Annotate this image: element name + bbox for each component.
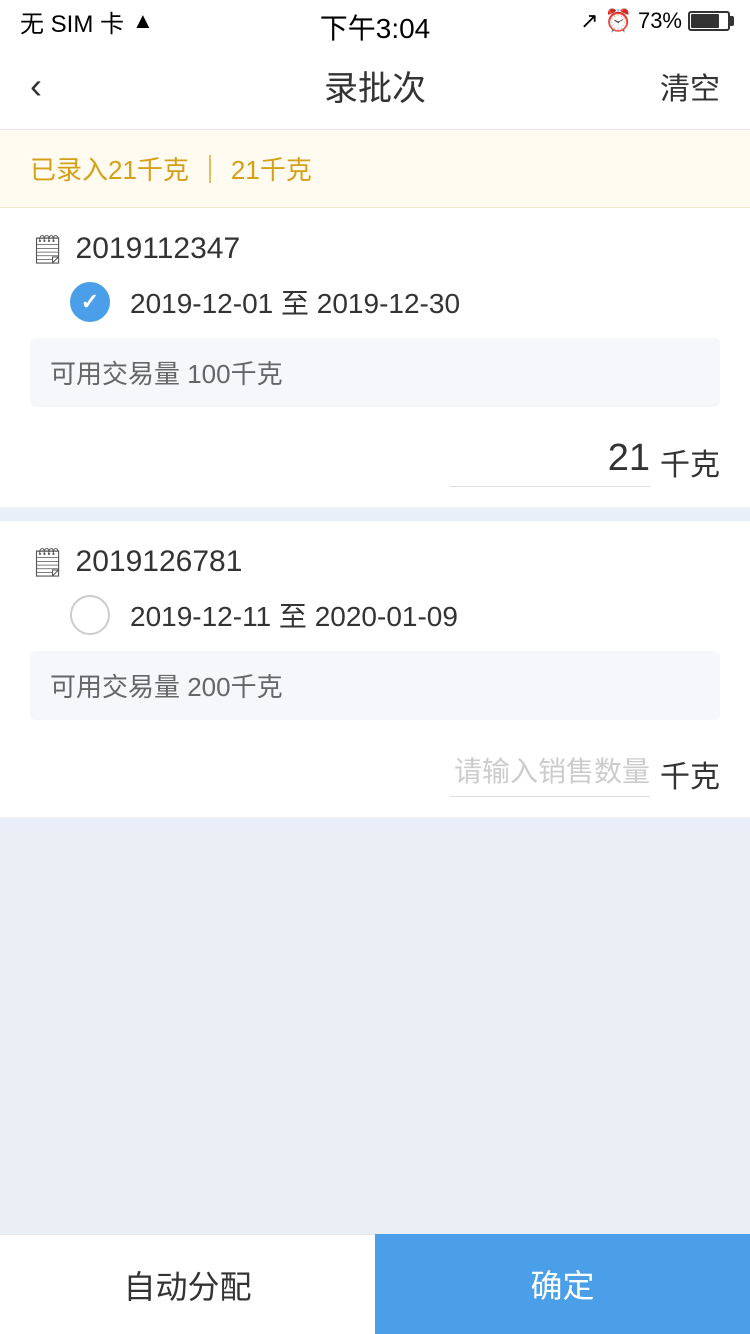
batch1-id: 2019112347	[76, 232, 241, 266]
batch2-qty-placeholder[interactable]: 请输入销售数量	[454, 750, 650, 790]
status-bar: 无 SIM 卡 ▲ 下午3:04 ↗ ⏰ 73%	[0, 0, 750, 42]
batch1-input-wrap: 21	[450, 437, 650, 487]
batch2-input-wrap: 请输入销售数量	[450, 750, 650, 797]
location-icon: ↗	[580, 8, 598, 34]
batch2-available: 可用交易量 200千克	[30, 651, 720, 720]
status-time: 下午3:04	[320, 7, 431, 47]
clear-button[interactable]: 清空	[660, 64, 720, 108]
batch2-icon: 🗒	[30, 546, 66, 579]
batch1-qty-value[interactable]: 21	[590, 437, 650, 480]
info-banner: 已录入21千克 21千克	[0, 130, 750, 208]
wifi-icon: ▲	[132, 8, 154, 34]
main-content: 已录入21千克 21千克 🗒 2019112347 2019-12-01 至 2…	[0, 130, 750, 1234]
batch1-date: 2019-12-01 至 2019-12-30	[130, 282, 460, 322]
batch2-card: 🗒 2019126781 2019-12-11 至 2020-01-09 可用交…	[0, 521, 750, 817]
confirm-button[interactable]: 确定	[375, 1234, 750, 1334]
batch2-date: 2019-12-11 至 2020-01-09	[130, 595, 458, 635]
batch2-avail-text: 可用交易量 200千克	[50, 672, 283, 702]
carrier-text: 无 SIM 卡	[20, 4, 124, 39]
nav-bar: ‹ 录批次 清空	[0, 42, 750, 130]
bottom-bar: 自动分配 确定	[0, 1234, 750, 1334]
batch2-header: 🗒 2019126781	[0, 521, 750, 589]
batch1-avail-text: 可用交易量 100千克	[50, 359, 283, 389]
batch1-card: 🗒 2019112347 2019-12-01 至 2019-12-30 可用交…	[0, 208, 750, 507]
batch2-id: 2019126781	[76, 545, 243, 579]
spacer-2	[0, 819, 750, 831]
auto-distribute-button[interactable]: 自动分配	[0, 1234, 375, 1334]
spacer-1	[0, 509, 750, 521]
back-button[interactable]: ‹	[30, 68, 42, 104]
status-left: 无 SIM 卡 ▲	[20, 4, 154, 39]
alarm-icon: ⏰	[605, 8, 632, 34]
status-right: ↗ ⏰ 73%	[580, 8, 730, 34]
batch2-qty-row: 请输入销售数量 千克	[0, 730, 750, 817]
batch1-icon: 🗒	[30, 233, 66, 266]
battery-icon	[688, 11, 730, 31]
batch2-radio[interactable]	[70, 595, 110, 635]
batch1-qty-row: 21 千克	[0, 417, 750, 507]
recorded-value: 21千克	[231, 150, 312, 187]
battery-percent: 73%	[638, 8, 682, 34]
info-divider	[209, 155, 211, 183]
recorded-label: 已录入21千克	[30, 150, 189, 187]
batch2-row: 2019-12-11 至 2020-01-09	[0, 589, 750, 641]
empty-area	[0, 831, 750, 1234]
page-title: 录批次	[324, 61, 426, 110]
batch1-radio[interactable]	[70, 282, 110, 322]
batch1-unit: 千克	[660, 440, 720, 484]
batch1-available: 可用交易量 100千克	[30, 338, 720, 407]
batch1-header: 🗒 2019112347	[0, 208, 750, 276]
batch2-unit: 千克	[660, 752, 720, 796]
batch1-row: 2019-12-01 至 2019-12-30	[0, 276, 750, 328]
